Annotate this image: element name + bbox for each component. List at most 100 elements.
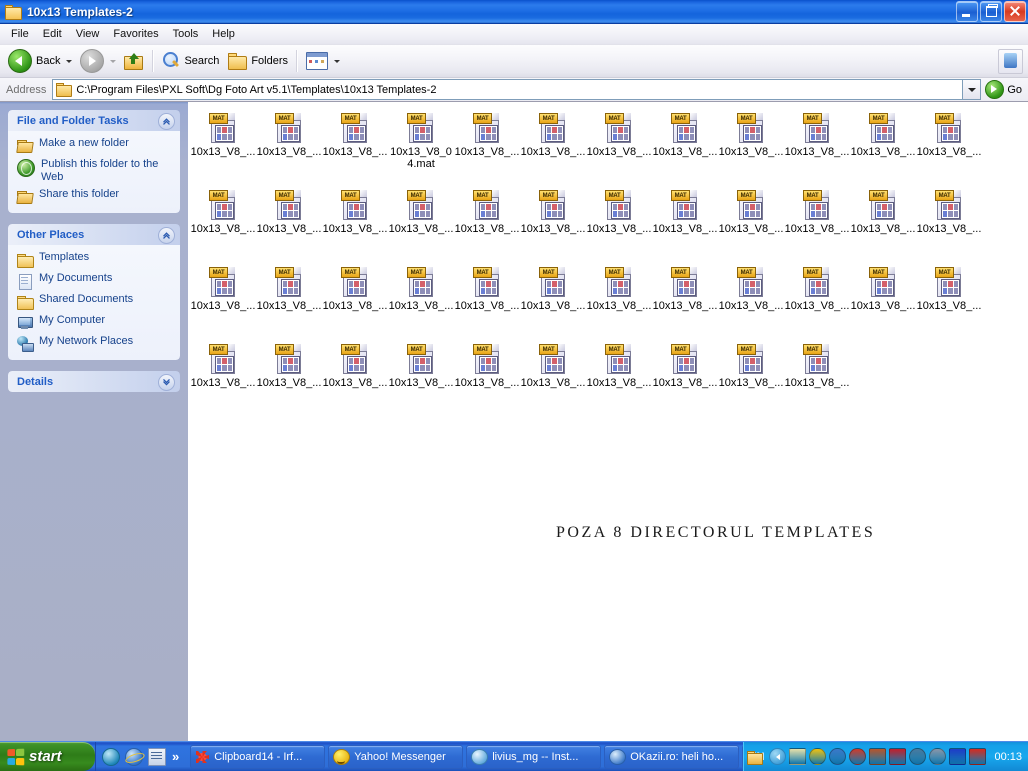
warning-icon[interactable] (869, 748, 887, 765)
sidebar-item-my-network-places[interactable]: My Network Places (17, 335, 172, 352)
chevron-down-icon[interactable] (158, 374, 175, 391)
menu-tools[interactable]: Tools (166, 25, 206, 43)
back-button[interactable]: Back (4, 48, 76, 74)
file-item[interactable]: MAT 10x13_V8_... (454, 261, 520, 336)
file-item[interactable]: MAT 10x13_V8_... (256, 107, 322, 182)
sidebar-item-my-documents[interactable]: My Documents (17, 272, 172, 290)
panel-header[interactable]: File and Folder Tasks (8, 110, 180, 131)
sidebar-item-make-new-folder[interactable]: Make a new folder (16, 137, 172, 154)
file-item[interactable]: MAT 10x13_V8_... (586, 184, 652, 259)
folders-button[interactable]: Folders (223, 48, 292, 74)
file-item[interactable]: MAT 10x13_V8_... (256, 261, 322, 336)
file-item[interactable]: MAT 10x13_V8_... (850, 261, 916, 336)
maximize-button[interactable] (980, 1, 1002, 22)
file-item[interactable]: MAT 10x13_V8_... (322, 261, 388, 336)
file-item[interactable]: MAT 10x13_V8_... (916, 107, 982, 182)
file-item[interactable]: MAT 10x13_V8_... (520, 261, 586, 336)
file-item[interactable]: MAT 10x13_V8_... (322, 107, 388, 182)
file-item[interactable]: MAT 10x13_V8_... (520, 184, 586, 259)
media-player-icon[interactable] (102, 747, 120, 766)
taskbar-task-button[interactable]: Clipboard14 - Irf... (190, 744, 326, 769)
search-button[interactable]: Search (158, 48, 223, 74)
menu-help[interactable]: Help (205, 25, 242, 43)
file-item[interactable]: MAT 10x13_V8_... (718, 338, 784, 413)
chevron-up-icon[interactable] (158, 113, 175, 130)
file-item[interactable]: MAT 10x13_V8_... (652, 338, 718, 413)
views-button[interactable] (302, 48, 344, 74)
security-shield-icon[interactable] (849, 748, 867, 765)
internet-explorer-icon[interactable] (125, 747, 143, 766)
panel-header[interactable]: Other Places (8, 224, 180, 245)
quick-launch-more-icon[interactable]: » (172, 749, 179, 764)
file-item[interactable]: MAT 10x13_V8_... (850, 184, 916, 259)
taskbar-task-button[interactable]: Yahoo! Messenger (328, 744, 464, 769)
sidebar-item-publish-to-web[interactable]: Publish this folder to the Web (17, 158, 172, 184)
clock[interactable]: 00:13 (994, 751, 1022, 763)
network-icon[interactable] (909, 748, 927, 765)
back-dropdown-icon[interactable] (66, 59, 73, 63)
file-item[interactable]: MAT 10x13_V8_... (586, 338, 652, 413)
file-item[interactable]: MAT 10x13_V8_... (718, 261, 784, 336)
file-item[interactable]: MAT 10x13_V8_... (388, 261, 454, 336)
file-item[interactable]: MAT 10x13_V8_... (652, 107, 718, 182)
file-item[interactable]: MAT 10x13_V8_04.mat (388, 107, 454, 182)
file-item[interactable]: MAT 10x13_V8_... (454, 338, 520, 413)
sidebar-item-templates[interactable]: Templates (17, 251, 172, 268)
help-banner-button[interactable] (998, 49, 1023, 74)
file-item[interactable]: MAT 10x13_V8_... (388, 338, 454, 413)
taskbar-task-button[interactable]: livius_mg -- Inst... (466, 744, 602, 769)
menu-file[interactable]: File (4, 25, 36, 43)
taskbar-task-button[interactable]: OKazii.ro: heli ho... (604, 744, 740, 769)
up-button[interactable] (120, 48, 148, 74)
language-bar-icon[interactable] (789, 748, 807, 765)
file-item[interactable]: MAT 10x13_V8_... (190, 107, 256, 182)
views-dropdown-icon[interactable] (334, 59, 341, 63)
file-item[interactable]: MAT 10x13_V8_... (718, 184, 784, 259)
file-item[interactable]: MAT 10x13_V8_... (586, 261, 652, 336)
sidebar-item-share-folder[interactable]: Share this folder (16, 188, 172, 205)
start-button[interactable]: start (0, 742, 95, 771)
file-item[interactable]: MAT 10x13_V8_... (190, 184, 256, 259)
go-button[interactable]: Go (981, 80, 1028, 99)
file-list-view[interactable]: MAT 10x13_V8_... MAT 10x13_V8_... MAT 10x13_V… (188, 102, 1028, 742)
messenger-icon[interactable] (829, 748, 847, 765)
close-button[interactable] (1004, 1, 1026, 22)
file-item[interactable]: MAT 10x13_V8_... (520, 338, 586, 413)
chevron-up-icon[interactable] (158, 227, 175, 244)
file-item[interactable]: MAT 10x13_V8_... (454, 107, 520, 182)
file-item[interactable]: MAT 10x13_V8_... (784, 261, 850, 336)
file-item[interactable]: MAT 10x13_V8_... (190, 338, 256, 413)
file-item[interactable]: MAT 10x13_V8_... (850, 107, 916, 182)
forward-button[interactable] (76, 48, 120, 74)
show-desktop-icon[interactable] (148, 747, 166, 766)
file-item[interactable]: MAT 10x13_V8_... (586, 107, 652, 182)
file-item[interactable]: MAT 10x13_V8_... (652, 261, 718, 336)
kaspersky-icon[interactable] (889, 748, 907, 765)
flame-icon[interactable] (969, 748, 987, 765)
menu-edit[interactable]: Edit (36, 25, 69, 43)
file-item[interactable]: MAT 10x13_V8_... (322, 184, 388, 259)
file-item[interactable]: MAT 10x13_V8_... (520, 107, 586, 182)
panel-header[interactable]: Details (8, 371, 180, 392)
file-item[interactable]: MAT 10x13_V8_... (454, 184, 520, 259)
file-item[interactable]: MAT 10x13_V8_... (388, 184, 454, 259)
file-item[interactable]: MAT 10x13_V8_... (784, 184, 850, 259)
menu-view[interactable]: View (69, 25, 107, 43)
file-item[interactable]: MAT 10x13_V8_... (256, 184, 322, 259)
address-dropdown-button[interactable] (963, 79, 982, 100)
file-item[interactable]: MAT 10x13_V8_... (916, 184, 982, 259)
chevron-left-icon[interactable] (769, 748, 787, 765)
play-icon[interactable] (949, 748, 967, 765)
minimize-button[interactable] (956, 1, 978, 22)
address-input[interactable]: C:\Program Files\PXL Soft\Dg Foto Art v5… (52, 79, 964, 100)
file-item[interactable]: MAT 10x13_V8_... (256, 338, 322, 413)
file-item[interactable]: MAT 10x13_V8_... (784, 338, 850, 413)
file-item[interactable]: MAT 10x13_V8_... (652, 184, 718, 259)
file-item[interactable]: MAT 10x13_V8_... (916, 261, 982, 336)
sidebar-item-shared-documents[interactable]: Shared Documents (17, 293, 172, 310)
file-item[interactable]: MAT 10x13_V8_... (718, 107, 784, 182)
file-item[interactable]: MAT 10x13_V8_... (322, 338, 388, 413)
yahoo-smiley-icon[interactable] (809, 748, 827, 765)
menu-favorites[interactable]: Favorites (106, 25, 165, 43)
file-item[interactable]: MAT 10x13_V8_... (784, 107, 850, 182)
